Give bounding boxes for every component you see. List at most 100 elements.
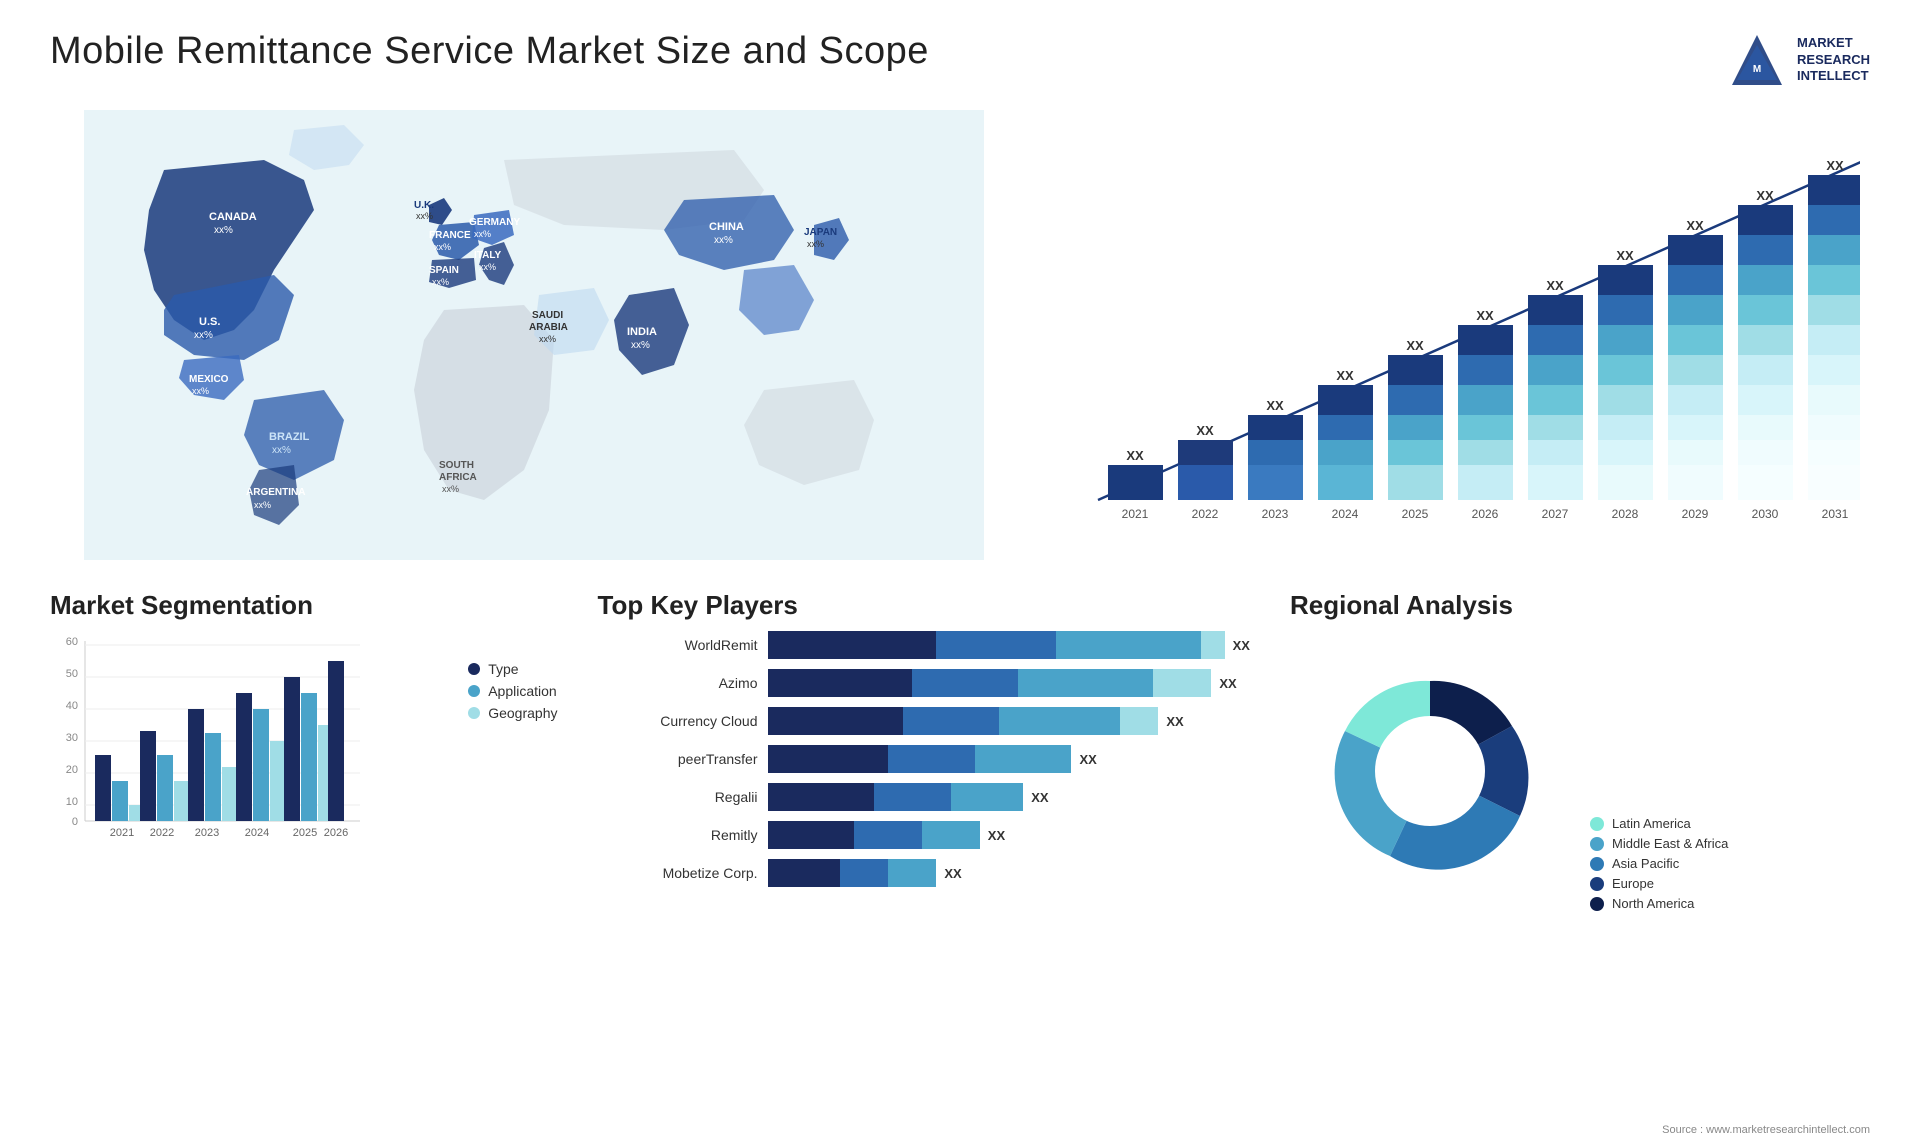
bar-seg-2: [854, 821, 922, 849]
bar-seg-4: [1120, 707, 1159, 735]
bar-seg-3: [975, 745, 1072, 773]
svg-text:BRAZIL: BRAZIL: [269, 431, 310, 443]
header: Mobile Remittance Service Market Size an…: [50, 30, 1870, 90]
bar-seg-3: [999, 707, 1120, 735]
svg-text:xx%: xx%: [479, 262, 496, 272]
svg-text:20: 20: [66, 764, 78, 776]
legend-dot-latin-america: [1590, 817, 1604, 831]
logo: M MARKET RESEARCH INTELLECT: [1727, 30, 1870, 90]
svg-text:XX: XX: [1336, 368, 1354, 383]
svg-text:2028: 2028: [1612, 507, 1639, 520]
logo-text: MARKET RESEARCH INTELLECT: [1797, 35, 1870, 86]
player-name-regalii: Regalii: [598, 789, 758, 805]
bar-seg-3: [888, 859, 936, 887]
svg-text:xx%: xx%: [214, 225, 233, 236]
svg-text:xx%: xx%: [434, 242, 451, 252]
legend-application: Application: [468, 683, 557, 699]
player-remitly: Remitly XX: [598, 821, 1251, 849]
regional-title: Regional Analysis: [1290, 590, 1870, 621]
svg-text:50: 50: [66, 668, 78, 680]
regional-section: Regional Analysis: [1290, 590, 1870, 1116]
legend-dot-asia-pacific: [1590, 857, 1604, 871]
svg-text:xx%: xx%: [631, 340, 650, 351]
bar-seg-4: [1153, 669, 1211, 697]
player-value-regalii: XX: [1031, 790, 1048, 805]
player-currency-cloud: Currency Cloud XX: [598, 707, 1251, 735]
legend-label-middle-east: Middle East & Africa: [1612, 836, 1728, 851]
player-worldremit: WorldRemit XX: [598, 631, 1251, 659]
svg-text:MEXICO: MEXICO: [189, 374, 229, 385]
svg-text:XX: XX: [1546, 278, 1564, 293]
bar-chart-svg: XX 2021 XX 2022 XX 2023: [1068, 120, 1860, 520]
svg-text:M: M: [1753, 64, 1761, 75]
player-value-mobetize: XX: [944, 866, 961, 881]
svg-text:2026: 2026: [324, 827, 348, 839]
bar-seg-3: [1056, 631, 1200, 659]
legend-label-asia-pacific: Asia Pacific: [1612, 856, 1679, 871]
map-container: CANADA xx% U.S. xx% MEXICO xx% BRAZIL xx…: [50, 110, 1018, 560]
legend-dot-type: [468, 663, 480, 675]
player-name-mobetize: Mobetize Corp.: [598, 865, 758, 881]
svg-text:2022: 2022: [150, 827, 174, 839]
bar-seg-1: [768, 783, 874, 811]
svg-text:xx%: xx%: [539, 334, 556, 344]
bar-seg-3: [951, 783, 1023, 811]
player-regalii: Regalii XX: [598, 783, 1251, 811]
svg-text:U.K.: U.K.: [414, 200, 434, 211]
bar-seg-2: [874, 783, 951, 811]
player-name-currency-cloud: Currency Cloud: [598, 713, 758, 729]
svg-text:xx%: xx%: [416, 211, 433, 221]
svg-text:2031: 2031: [1822, 507, 1849, 520]
svg-text:2027: 2027: [1542, 507, 1569, 520]
svg-text:2021: 2021: [110, 827, 134, 839]
player-bar-peertransfer: XX: [768, 745, 1251, 773]
page-container: Mobile Remittance Service Market Size an…: [0, 0, 1920, 1146]
regional-legend: Latin America Middle East & Africa Asia …: [1590, 816, 1728, 911]
legend-label-north-america: North America: [1612, 896, 1694, 911]
svg-text:ITALY: ITALY: [474, 250, 502, 261]
svg-text:0: 0: [72, 816, 78, 828]
player-value-azimo: XX: [1219, 676, 1236, 691]
svg-text:AFRICA: AFRICA: [439, 472, 477, 483]
svg-text:xx%: xx%: [272, 445, 291, 456]
player-value-worldremit: XX: [1233, 638, 1250, 653]
svg-text:SPAIN: SPAIN: [429, 265, 459, 276]
player-bar-currency-cloud: XX: [768, 707, 1251, 735]
legend-dot-europe: [1590, 877, 1604, 891]
svg-text:40: 40: [66, 700, 78, 712]
svg-text:2030: 2030: [1752, 507, 1779, 520]
legend-label-europe: Europe: [1612, 876, 1654, 891]
legend-label-geography: Geography: [488, 705, 557, 721]
bar-chart-container: XX 2021 XX 2022 XX 2023: [1058, 110, 1870, 560]
bar-seg-1: [768, 631, 936, 659]
svg-text:XX: XX: [1126, 448, 1144, 463]
player-bar-azimo: XX: [768, 669, 1251, 697]
legend-north-america: North America: [1590, 896, 1728, 911]
bar-seg-2: [888, 745, 975, 773]
legend-dot-north-america: [1590, 897, 1604, 911]
bar-seg-1: [768, 669, 913, 697]
player-value-remitly: XX: [988, 828, 1005, 843]
svg-text:2023: 2023: [195, 827, 219, 839]
bar-seg-4: [1201, 631, 1225, 659]
player-mobetize: Mobetize Corp. XX: [598, 859, 1251, 887]
svg-text:xx%: xx%: [474, 229, 491, 239]
svg-text:xx%: xx%: [807, 239, 824, 249]
legend-label-latin-america: Latin America: [1612, 816, 1691, 831]
bar-seg-2: [912, 669, 1018, 697]
segmentation-legend: Type Application Geography: [468, 661, 557, 721]
bar-seg-2: [936, 631, 1056, 659]
svg-text:XX: XX: [1826, 158, 1844, 173]
regional-content: Latin America Middle East & Africa Asia …: [1290, 631, 1870, 911]
legend-dot-geography: [468, 707, 480, 719]
player-name-remitly: Remitly: [598, 827, 758, 843]
svg-text:XX: XX: [1406, 338, 1424, 353]
svg-text:U.S.: U.S.: [199, 316, 220, 328]
svg-text:2025: 2025: [293, 827, 317, 839]
svg-text:XX: XX: [1476, 308, 1494, 323]
svg-text:10: 10: [66, 796, 78, 808]
legend-geography: Geography: [468, 705, 557, 721]
svg-text:INDIA: INDIA: [627, 326, 657, 338]
legend-latin-america: Latin America: [1590, 816, 1728, 831]
source-text: Source : www.marketresearchintellect.com: [1662, 1124, 1870, 1136]
